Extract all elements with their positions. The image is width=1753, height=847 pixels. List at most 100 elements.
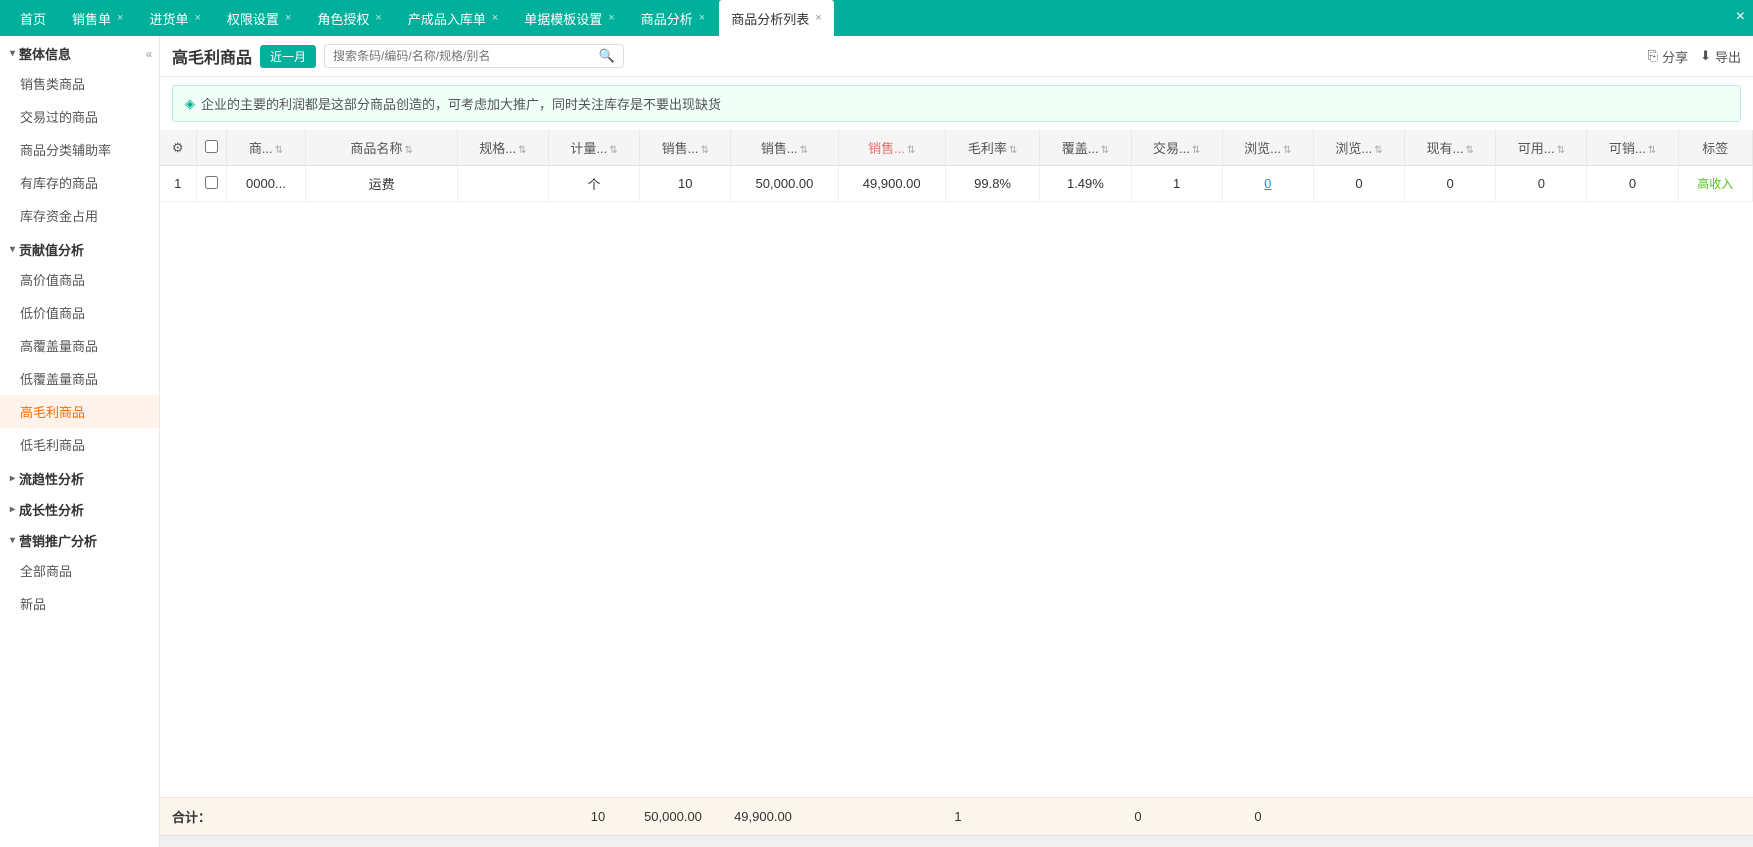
- col-tag[interactable]: 标签: [1678, 130, 1752, 166]
- sidebar-group-growth[interactable]: ▸ 成长性分析: [0, 492, 159, 523]
- col-sales-qty[interactable]: 销售...⇅: [640, 130, 731, 166]
- sidebar-item-stock-capital[interactable]: 库存资金占用: [0, 199, 159, 232]
- cell-coverage: 1.49%: [1040, 166, 1131, 202]
- sidebar-item-in-stock[interactable]: 有库存的商品: [0, 166, 159, 199]
- col-sales-amount[interactable]: 销售...⇅: [731, 130, 838, 166]
- arrow-trend: ▸: [10, 473, 15, 484]
- sidebar-item-analysis-assist[interactable]: 商品分类辅助率: [0, 133, 159, 166]
- sidebar-item-low-margin[interactable]: 低毛利商品: [0, 428, 159, 461]
- nav-sales-close[interactable]: ×: [117, 12, 123, 24]
- col-checkbox[interactable]: [196, 130, 226, 166]
- cell-checkbox[interactable]: [196, 166, 226, 202]
- table-row: 1 0000... 运费 个 10 50,000.00 49,900.00 99…: [160, 166, 1753, 202]
- cell-available: 0: [1496, 166, 1587, 202]
- info-icon: ◈: [185, 96, 195, 112]
- col-name[interactable]: 商品名称⇅: [306, 130, 457, 166]
- sidebar-item-low-freq[interactable]: 低覆盖量商品: [0, 362, 159, 395]
- sidebar-item-low-value[interactable]: 低价值商品: [0, 296, 159, 329]
- col-available[interactable]: 可用...⇅: [1496, 130, 1587, 166]
- sidebar-item-sales-goods[interactable]: 销售类商品: [0, 67, 159, 100]
- arrow-marketing: ▾: [10, 535, 15, 546]
- sidebar-group-marketing[interactable]: ▾ 营销推广分析: [0, 523, 159, 554]
- nav-analysis[interactable]: 商品分析 ×: [629, 0, 717, 36]
- arrow-overall: ▾: [10, 48, 15, 59]
- col-margin-rate[interactable]: 毛利率⇅: [945, 130, 1039, 166]
- sidebar-group-financial[interactable]: ▾ 贡献值分析: [0, 232, 159, 263]
- sidebar-item-high-value[interactable]: 高价值商品: [0, 263, 159, 296]
- nav-home[interactable]: 首页: [8, 0, 58, 36]
- cell-sales-amount: 50,000.00: [731, 166, 838, 202]
- cell-spec: [457, 166, 548, 202]
- cell-saleable: 0: [1587, 166, 1678, 202]
- nav-analysis-list[interactable]: 商品分析列表 ×: [719, 0, 833, 36]
- content-header: 高毛利商品 近一月 🔍 ⎘ 分享 ⬇ 导出: [160, 36, 1753, 77]
- col-settings[interactable]: ⚙: [160, 130, 196, 166]
- row-checkbox[interactable]: [205, 176, 218, 189]
- footer-sales-amount: 50,000.00: [628, 809, 718, 824]
- cell-name: 运费: [306, 166, 457, 202]
- nav-template-label: 单据模板设置: [524, 9, 602, 28]
- nav-analysis-list-close[interactable]: ×: [815, 12, 821, 24]
- nav-template-close[interactable]: ×: [608, 12, 614, 24]
- cell-sales-cost: 49,900.00: [838, 166, 945, 202]
- info-text: 企业的主要的利润都是这部分商品创造的，可考虑加大推广，同时关注库存是不要出现缺货: [201, 94, 721, 113]
- col-current-stock[interactable]: 现有...⇅: [1405, 130, 1496, 166]
- cell-sales-qty: 10: [640, 166, 731, 202]
- sidebar-item-high-margin[interactable]: 高毛利商品: [0, 395, 159, 428]
- select-all-checkbox[interactable]: [205, 140, 218, 153]
- content-area: 高毛利商品 近一月 🔍 ⎘ 分享 ⬇ 导出 ◈ 企业的主要的利润都是这部分商品创…: [160, 36, 1753, 847]
- nav-analysis-list-label: 商品分析列表: [731, 9, 809, 28]
- table-container[interactable]: ⚙ 商...⇅ 商品名称⇅ 规格...⇅ 计量...⇅ 销售...⇅ 销售...…: [160, 130, 1753, 797]
- sidebar-item-high-freq[interactable]: 高覆盖量商品: [0, 329, 159, 362]
- close-all-tabs[interactable]: ×: [1736, 8, 1745, 26]
- nav-home-label: 首页: [20, 9, 46, 28]
- group-financial-label: 贡献值分析: [19, 240, 84, 259]
- export-button[interactable]: ⬇ 导出: [1700, 47, 1741, 66]
- cell-current-stock: 0: [1405, 166, 1496, 202]
- sidebar-item-traded-goods[interactable]: 交易过的商品: [0, 100, 159, 133]
- nav-permission[interactable]: 权限设置 ×: [215, 0, 303, 36]
- sidebar-collapse-btn[interactable]: «: [139, 44, 159, 64]
- group-overall-label: 整体信息: [19, 44, 71, 63]
- search-icon[interactable]: 🔍: [599, 48, 615, 64]
- nav-template[interactable]: 单据模板设置 ×: [512, 0, 626, 36]
- sidebar-group-overall[interactable]: ▾ 整体信息: [0, 36, 159, 67]
- arrow-financial: ▾: [10, 244, 15, 255]
- group-marketing-label: 营销推广分析: [19, 531, 97, 550]
- cell-code: 0000...: [226, 166, 306, 202]
- share-label: 分享: [1662, 47, 1688, 66]
- cell-transaction: 1: [1131, 166, 1222, 202]
- col-transaction[interactable]: 交易...⇅: [1131, 130, 1222, 166]
- col-sales-cost[interactable]: 销售...⇅: [838, 130, 945, 166]
- nav-product-entry-close[interactable]: ×: [492, 12, 498, 24]
- sidebar-item-all-goods[interactable]: 全部商品: [0, 554, 159, 587]
- footer-sales-qty: 10: [568, 809, 628, 824]
- nav-product-entry[interactable]: 产成品入库单 ×: [396, 0, 510, 36]
- sidebar-group-trend[interactable]: ▸ 流趋性分析: [0, 461, 159, 492]
- nav-purchase-close[interactable]: ×: [194, 12, 200, 24]
- nav-permission-close[interactable]: ×: [285, 12, 291, 24]
- col-saleable[interactable]: 可销...⇅: [1587, 130, 1678, 166]
- col-browse2[interactable]: 浏览...⇅: [1313, 130, 1404, 166]
- col-unit[interactable]: 计量...⇅: [548, 130, 639, 166]
- nav-sales[interactable]: 销售单 ×: [60, 0, 135, 36]
- sidebar-item-new-goods[interactable]: 新品: [0, 587, 159, 620]
- search-input[interactable]: [333, 49, 595, 63]
- share-button[interactable]: ⎘ 分享: [1648, 47, 1688, 66]
- horizontal-scrollbar[interactable]: [160, 835, 1753, 847]
- cell-browse1[interactable]: 0: [1222, 166, 1313, 202]
- footer-cells: 10 50,000.00 49,900.00 1 0 0: [232, 809, 1741, 824]
- nav-role[interactable]: 角色授权 ×: [305, 0, 393, 36]
- nav-purchase[interactable]: 进货单 ×: [137, 0, 212, 36]
- info-bar: ◈ 企业的主要的利润都是这部分商品创造的，可考虑加大推广，同时关注库存是不要出现…: [172, 85, 1741, 122]
- col-code[interactable]: 商...⇅: [226, 130, 306, 166]
- col-browse1[interactable]: 浏览...⇅: [1222, 130, 1313, 166]
- page-title: 高毛利商品: [172, 44, 252, 68]
- time-filter-button[interactable]: 近一月: [260, 45, 316, 68]
- nav-analysis-close[interactable]: ×: [699, 12, 705, 24]
- table-header-row: ⚙ 商...⇅ 商品名称⇅ 规格...⇅ 计量...⇅ 销售...⇅ 销售...…: [160, 130, 1753, 166]
- nav-role-close[interactable]: ×: [375, 12, 381, 24]
- col-coverage[interactable]: 覆盖...⇅: [1040, 130, 1131, 166]
- col-spec[interactable]: 规格...⇅: [457, 130, 548, 166]
- footer-transaction: 1: [928, 809, 988, 824]
